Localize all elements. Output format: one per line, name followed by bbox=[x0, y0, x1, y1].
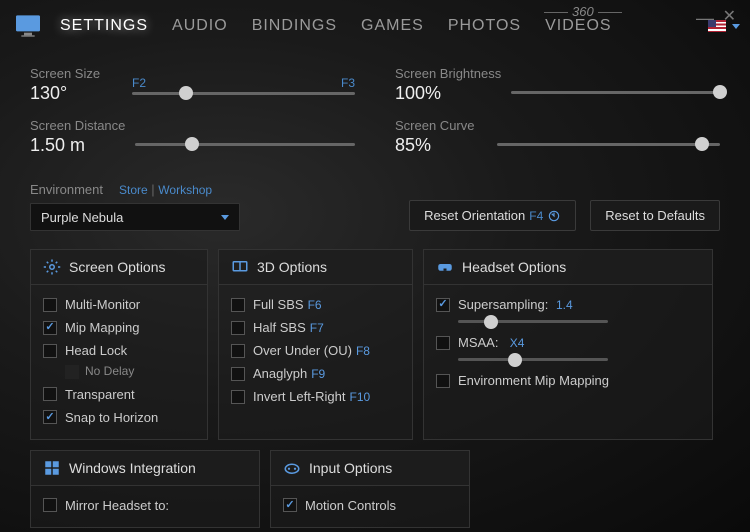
screen-curve-control: Screen Curve 85% bbox=[395, 118, 720, 156]
reset-defaults-button[interactable]: Reset to Defaults bbox=[590, 200, 720, 231]
workshop-link[interactable]: Workshop bbox=[158, 183, 212, 197]
windows-integration-panel: Windows Integration Mirror Headset to: bbox=[30, 450, 260, 528]
nav-photos[interactable]: PHOTOS bbox=[448, 17, 521, 35]
snap-horizon-checkbox[interactable]: Snap to Horizon bbox=[43, 406, 195, 429]
windows-integration-title: Windows Integration bbox=[69, 460, 196, 476]
screen-curve-value: 85% bbox=[395, 135, 487, 156]
minimize-button[interactable]: — bbox=[696, 8, 714, 29]
screen-options-panel: Screen Options Multi-Monitor Mip Mapping… bbox=[30, 249, 208, 440]
gear-icon bbox=[43, 258, 61, 276]
supersampling-checkbox[interactable]: Supersampling: 1.4 bbox=[436, 293, 700, 316]
windows-icon bbox=[43, 459, 61, 477]
screen-brightness-control: Screen Brightness 100% bbox=[395, 66, 720, 104]
nav-audio[interactable]: AUDIO bbox=[172, 17, 228, 35]
headset-options-panel: Headset Options Supersampling: 1.4 MSAA:… bbox=[423, 249, 713, 440]
monitor-icon bbox=[231, 258, 249, 276]
head-lock-checkbox[interactable]: Head Lock bbox=[43, 339, 195, 362]
screen-brightness-label: Screen Brightness bbox=[395, 66, 501, 81]
transparent-checkbox[interactable]: Transparent bbox=[43, 383, 195, 406]
refresh-icon bbox=[547, 209, 561, 223]
app-logo bbox=[10, 8, 46, 44]
environment-label: Environment bbox=[30, 182, 103, 197]
chevron-down-icon bbox=[221, 215, 229, 220]
headset-options-title: Headset Options bbox=[462, 259, 566, 275]
msaa-checkbox[interactable]: MSAA: X4 bbox=[436, 331, 700, 354]
close-button[interactable]: ✕ bbox=[723, 6, 736, 26]
screen-options-title: Screen Options bbox=[69, 259, 166, 275]
anaglyph-checkbox[interactable]: AnaglyphF9 bbox=[231, 362, 400, 385]
top-bar: SETTINGS AUDIO BINDINGS GAMES PHOTOS VID… bbox=[0, 0, 750, 52]
environment-dropdown[interactable]: Purple Nebula bbox=[30, 203, 240, 231]
env-mip-mapping-checkbox[interactable]: Environment Mip Mapping bbox=[436, 369, 700, 392]
3d-options-title: 3D Options bbox=[257, 259, 327, 275]
screen-distance-value: 1.50 m bbox=[30, 135, 125, 156]
screen-size-value: 130° bbox=[30, 83, 122, 104]
no-delay-option[interactable]: No Delay bbox=[65, 362, 195, 383]
vr-headset-icon bbox=[436, 258, 454, 276]
input-options-title: Input Options bbox=[309, 460, 392, 476]
3d-options-panel: 3D Options Full SBSF6 Half SBSF7 Over Un… bbox=[218, 249, 413, 440]
screen-size-slider[interactable] bbox=[132, 92, 355, 95]
screen-distance-control: Screen Distance 1.50 m bbox=[30, 118, 355, 156]
mirror-headset-checkbox[interactable]: Mirror Headset to: bbox=[43, 494, 247, 517]
store-link[interactable]: Store bbox=[119, 183, 148, 197]
controller-icon bbox=[283, 459, 301, 477]
nav-settings[interactable]: SETTINGS bbox=[60, 17, 148, 35]
screen-brightness-slider[interactable] bbox=[511, 91, 720, 94]
main-nav: SETTINGS AUDIO BINDINGS GAMES PHOTOS VID… bbox=[60, 17, 708, 35]
over-under-checkbox[interactable]: Over Under (OU)F8 bbox=[231, 339, 400, 362]
screen-curve-label: Screen Curve bbox=[395, 118, 474, 133]
nav-games[interactable]: GAMES bbox=[361, 17, 424, 35]
badge-360: 360 bbox=[540, 4, 626, 19]
environment-selected: Purple Nebula bbox=[41, 210, 123, 225]
msaa-slider[interactable] bbox=[458, 358, 608, 361]
key-f3: F3 bbox=[341, 76, 355, 90]
invert-lr-checkbox[interactable]: Invert Left-RightF10 bbox=[231, 385, 400, 408]
screen-brightness-value: 100% bbox=[395, 83, 501, 104]
screen-size-label: Screen Size bbox=[30, 66, 100, 81]
reset-orientation-button[interactable]: Reset Orientation F4 bbox=[409, 200, 576, 231]
input-options-panel: Input Options Motion Controls bbox=[270, 450, 470, 528]
screen-distance-slider[interactable] bbox=[135, 143, 355, 146]
screen-size-control: Screen Size 130° F2 F3 bbox=[30, 66, 355, 104]
full-sbs-checkbox[interactable]: Full SBSF6 bbox=[231, 293, 400, 316]
multi-monitor-checkbox[interactable]: Multi-Monitor bbox=[43, 293, 195, 316]
nav-videos[interactable]: VIDEOS bbox=[545, 17, 611, 35]
screen-distance-label: Screen Distance bbox=[30, 118, 125, 133]
nav-bindings[interactable]: BINDINGS bbox=[252, 17, 337, 35]
mip-mapping-checkbox[interactable]: Mip Mapping bbox=[43, 316, 195, 339]
key-f2: F2 bbox=[132, 76, 146, 90]
screen-curve-slider[interactable] bbox=[497, 143, 720, 146]
supersampling-slider[interactable] bbox=[458, 320, 608, 323]
half-sbs-checkbox[interactable]: Half SBSF7 bbox=[231, 316, 400, 339]
motion-controls-checkbox[interactable]: Motion Controls bbox=[283, 494, 457, 517]
